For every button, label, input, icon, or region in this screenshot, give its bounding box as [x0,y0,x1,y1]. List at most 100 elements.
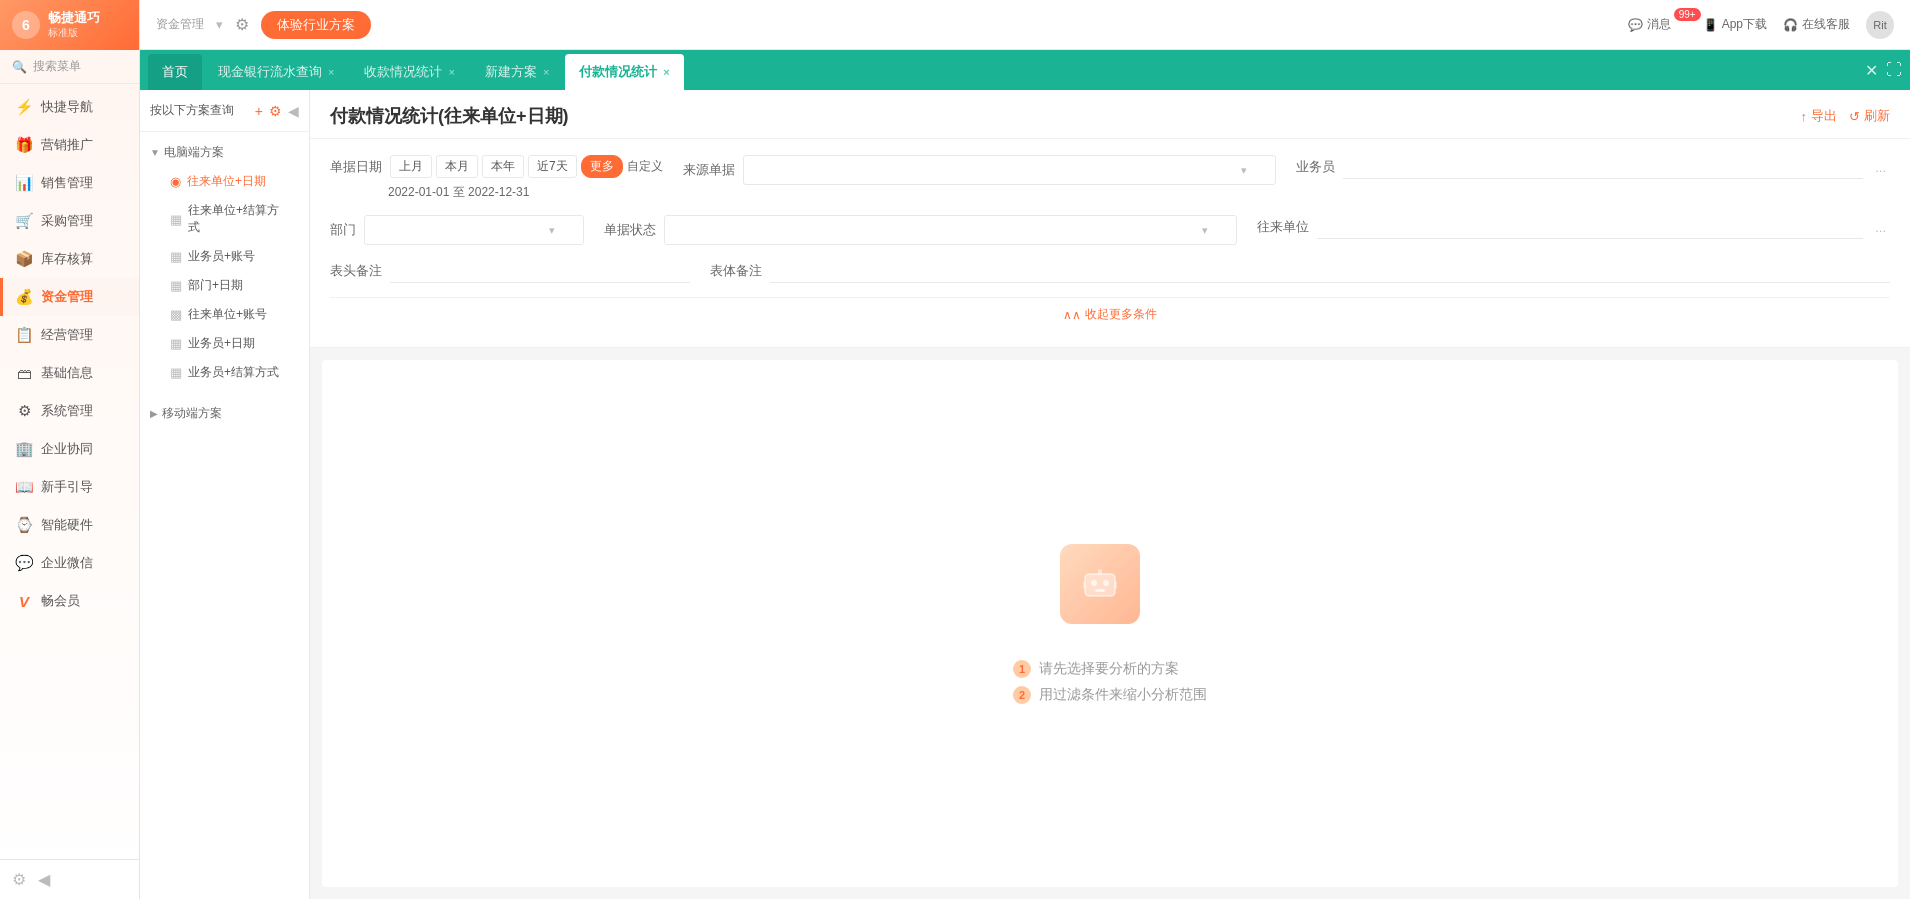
purchase-icon: 🛒 [15,212,33,230]
svg-rect-0 [1085,574,1115,596]
system-icon: ⚙ [15,402,33,420]
empty-icon-container [1060,544,1160,644]
sidebar-item-inventory[interactable]: 📦 库存核算 [0,240,139,278]
partner-filter-more[interactable]: ... [1871,220,1890,235]
voucher-status-select[interactable]: ▾ [664,215,1237,245]
date-btn-this-year[interactable]: 本年 [482,155,524,178]
partner-filter-input[interactable] [1317,215,1863,239]
tab-home-label: 首页 [162,63,188,81]
tab-new-scheme-label: 新建方案 [485,63,537,81]
staff-filter-more[interactable]: ... [1871,160,1890,175]
source-select[interactable]: ▾ [743,155,1277,185]
fund-icon: 💰 [15,288,33,306]
sidebar-header: 6 畅捷通巧 标准版 [0,0,139,50]
sidebar-item-hardware[interactable]: ⌚ 智能硬件 [0,506,139,544]
operation-icon: 📋 [15,326,33,344]
scheme-item-staff-settle[interactable]: ▦ 业务员+结算方式 [150,358,299,387]
scheme-settings-icon[interactable]: ⚙ [269,103,282,119]
inventory-icon: 📦 [15,250,33,268]
dept-select[interactable]: ▾ [364,215,584,245]
scheme-item-partner-date[interactable]: ◉ 往来单位+日期 [150,167,299,196]
sidebar-item-label: 经营管理 [41,326,93,344]
add-scheme-icon[interactable]: + [255,103,263,119]
sidebar-item-label: 企业微信 [41,554,93,572]
scheme-item-dept-date[interactable]: ▦ 部门+日期 [150,271,299,300]
collapse-filter-bar[interactable]: ∧∧ 收起更多条件 [330,297,1890,331]
scheme-item-staff-date[interactable]: ▦ 业务员+日期 [150,329,299,358]
sidebar-item-sales[interactable]: 📊 销售管理 [0,164,139,202]
wechat-icon: 💬 [15,554,33,572]
date-btn-this-month[interactable]: 本月 [436,155,478,178]
tab-bank-flow[interactable]: 现金银行流水查询 × [204,54,348,90]
online-service-action[interactable]: 🎧 在线客服 [1783,16,1850,33]
sidebar-item-system[interactable]: ⚙ 系统管理 [0,392,139,430]
refresh-action[interactable]: ↺ 刷新 [1849,107,1890,125]
topbar-actions: 💬 消息 99+ 📱 App下载 🎧 在线客服 Rit [1628,11,1894,39]
tab-collection-close[interactable]: × [448,66,454,78]
search-menu-item[interactable]: 🔍 搜索菜单 [0,50,139,84]
sidebar-item-wechat[interactable]: 💬 企业微信 [0,544,139,582]
date-btn-more[interactable]: 更多 [581,155,623,178]
staff-filter-input[interactable] [1343,155,1863,179]
header-note-item: 表头备注 [330,259,690,283]
sidebar-item-label: 销售管理 [41,174,93,192]
scheme-item-label-3: 部门+日期 [188,277,243,294]
empty-tip-1: 1 请先选择要分析的方案 [1013,660,1207,678]
voucher-status-arrow: ▾ [1202,224,1208,237]
collapse-sidebar-icon[interactable]: ◀ [38,870,50,889]
scheme-item-icon-5: ▦ [170,336,182,351]
tab-bank-flow-close[interactable]: × [328,66,334,78]
sidebar-item-quick-nav[interactable]: ⚡ 快捷导航 [0,88,139,126]
trial-btn[interactable]: 体验行业方案 [261,11,371,39]
topbar-dropdown-icon[interactable]: ▾ [216,17,223,32]
tab-payment-stats[interactable]: 付款情况统计 × [565,54,683,90]
body-note-item: 表体备注 [710,259,1890,283]
sidebar-item-marketing[interactable]: 🎁 营销推广 [0,126,139,164]
pc-section: ▼ 电脑端方案 ◉ 往来单位+日期 ▦ 往来单位+结算方式 ▦ 业务员+账号 [140,132,309,397]
sidebar-item-basic-info[interactable]: 🗃 基础信息 [0,354,139,392]
tab-new-scheme[interactable]: 新建方案 × [471,54,563,90]
mobile-section-label: 移动端方案 [162,405,222,422]
sidebar-item-fund[interactable]: 💰 资金管理 [0,278,139,316]
collapse-scheme-panel-icon[interactable]: ◀ [288,103,299,119]
notifications-action[interactable]: 💬 消息 99+ [1628,16,1687,33]
sidebar-item-operation[interactable]: 📋 经营管理 [0,316,139,354]
tab-collection-stats[interactable]: 收款情况统计 × [350,54,468,90]
body-note-input[interactable] [770,259,1890,283]
partner-filter-item: 往来单位 ... [1257,215,1890,239]
custom-date-label[interactable]: 自定义 [627,158,663,175]
scheme-item-partner-settle[interactable]: ▦ 往来单位+结算方式 [150,196,299,242]
topbar-settings-icon[interactable]: ⚙ [235,15,249,34]
tab-home[interactable]: 首页 [148,54,202,90]
sidebar-item-guide[interactable]: 📖 新手引导 [0,468,139,506]
hardware-icon: ⌚ [15,516,33,534]
mobile-section-header[interactable]: ▶ 移动端方案 [150,401,299,426]
close-all-tabs-icon[interactable]: ✕ [1865,61,1878,80]
tab-new-scheme-close[interactable]: × [543,66,549,78]
sidebar-item-label: 采购管理 [41,212,93,230]
scheme-item-partner-account[interactable]: ▩ 往来单位+账号 [150,300,299,329]
scheme-item-icon-6: ▦ [170,365,182,380]
maximize-icon[interactable]: ⛶ [1886,61,1902,80]
date-btn-7days[interactable]: 近7天 [528,155,577,178]
sidebar-item-vip[interactable]: V 畅会员 [0,582,139,620]
app-download-action[interactable]: 📱 App下载 [1703,16,1767,33]
user-avatar[interactable]: Rit [1866,11,1894,39]
export-action[interactable]: ↑ 导出 [1801,107,1838,125]
source-select-arrow: ▾ [1241,164,1247,177]
header-note-input[interactable] [390,259,690,283]
basic-info-icon: 🗃 [15,364,33,382]
settings-footer-icon[interactable]: ⚙ [12,870,26,889]
date-buttons: 上月 本月 本年 近7天 更多 自定义 [390,155,663,178]
date-btn-last-month[interactable]: 上月 [390,155,432,178]
app-download-icon: 📱 [1703,18,1718,32]
scheme-item-staff-account[interactable]: ▦ 业务员+账号 [150,242,299,271]
sidebar-item-enterprise[interactable]: 🏢 企业协同 [0,430,139,468]
pc-section-header[interactable]: ▼ 电脑端方案 [150,140,299,165]
sidebar-item-purchase[interactable]: 🛒 采购管理 [0,202,139,240]
sidebar-item-label: 营销推广 [41,136,93,154]
svg-rect-6 [1114,581,1117,589]
tab-payment-close[interactable]: × [663,66,669,78]
empty-tip-2: 2 用过滤条件来缩小分析范围 [1013,686,1207,704]
robot-svg [1075,559,1125,609]
